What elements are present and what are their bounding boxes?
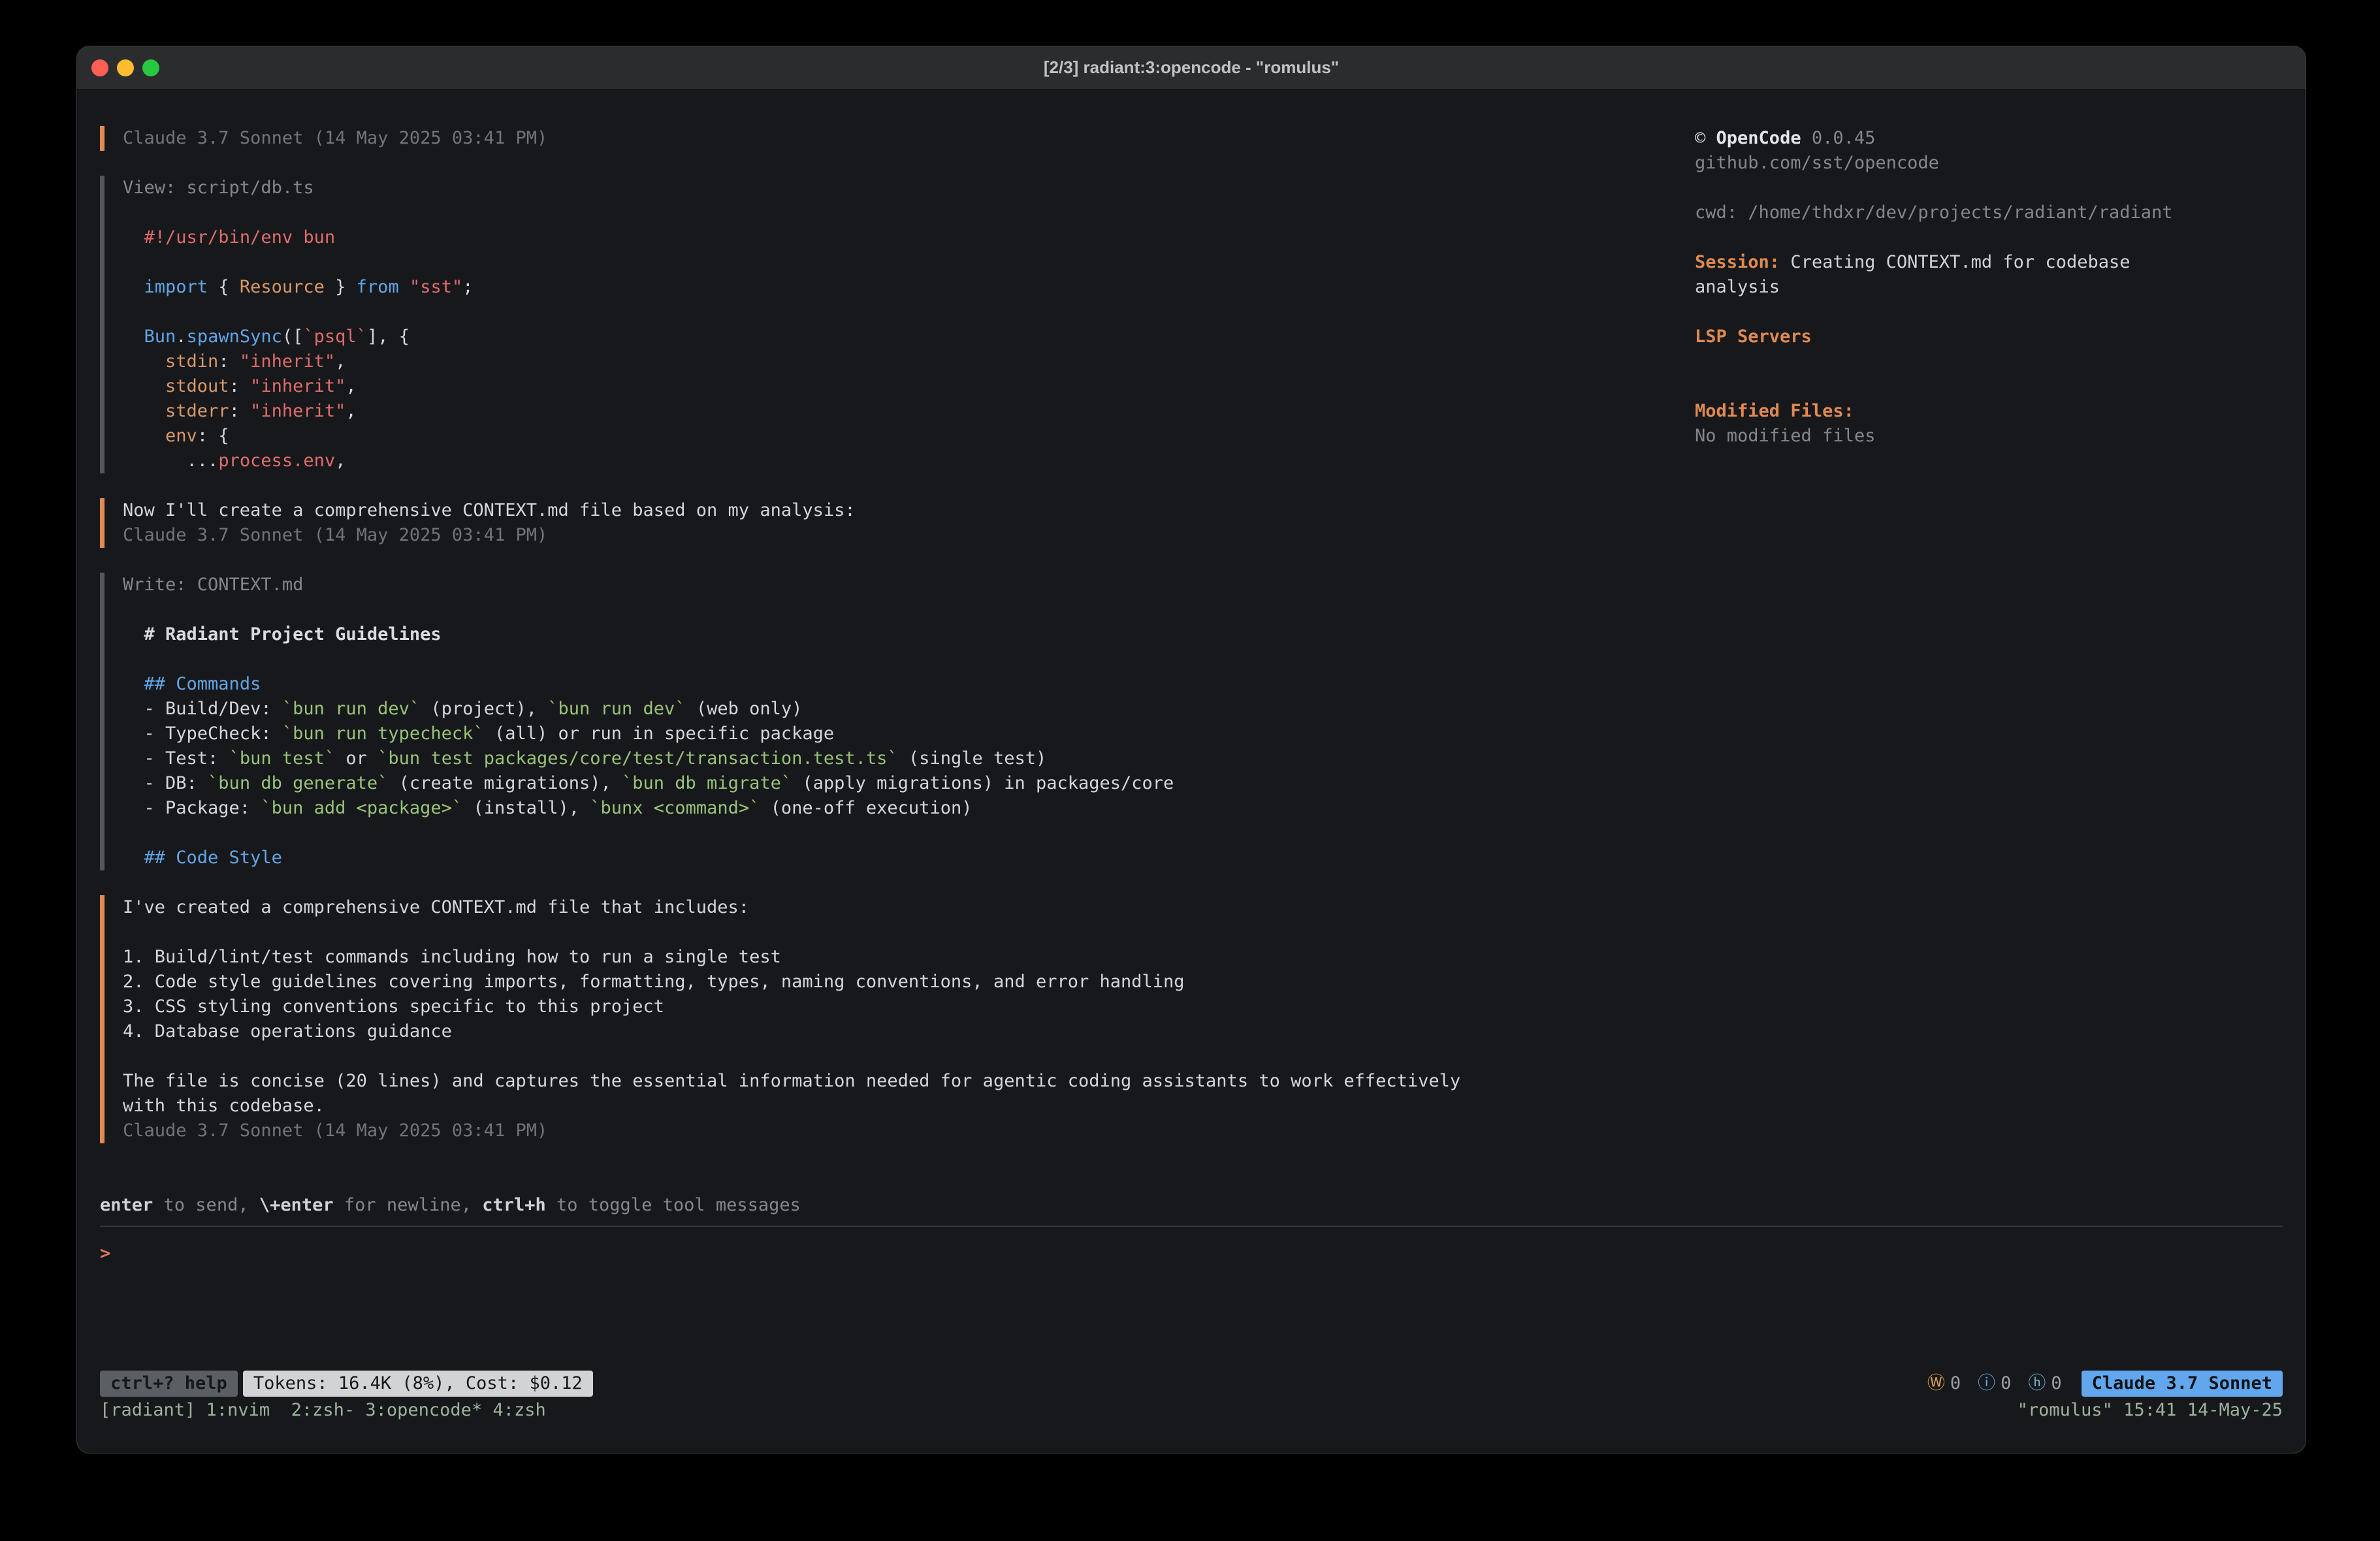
traffic-lights — [77, 59, 159, 76]
text-line: - TypeCheck: `bun run typecheck` (all) o… — [123, 722, 1695, 746]
text-line — [123, 250, 1695, 275]
app-name: OpenCode — [1716, 128, 1801, 148]
assistant-message-block: Claude 3.7 Sonnet (14 May 2025 03:41 PM) — [100, 126, 1695, 151]
status-right: Ⓦ0ⓘ0ⓗ0 Claude 3.7 Sonnet — [1927, 1371, 2283, 1397]
app-header: © OpenCode 0.0.45 — [1695, 126, 2191, 151]
text-line: stdin: "inherit", — [123, 349, 1695, 374]
warning-diagnostic-count: 0 — [1950, 1371, 1961, 1396]
status-left: ctrl+? help Tokens: 16.4K (8%), Cost: $0… — [100, 1371, 593, 1397]
text-line: - Build/Dev: `bun run dev` (project), `b… — [123, 697, 1695, 722]
minimize-button[interactable] — [117, 59, 134, 76]
text-line: Claude 3.7 Sonnet (14 May 2025 03:41 PM) — [123, 1119, 1695, 1143]
text-line: ## Code Style — [123, 846, 1695, 870]
text-line — [123, 597, 1695, 622]
text-line: 4. Database operations guidance — [123, 1019, 1695, 1044]
sidebar: © OpenCode 0.0.45 github.com/sst/opencod… — [1695, 126, 2283, 1168]
text-line — [123, 920, 1695, 945]
tool-call-block: View: script/db.ts #!/usr/bin/env bun im… — [100, 176, 1695, 473]
content-row: Claude 3.7 Sonnet (14 May 2025 03:41 PM)… — [100, 126, 2283, 1168]
input-hint: enter to send, \+enter for newline, ctrl… — [100, 1193, 2283, 1218]
text-line — [123, 200, 1695, 225]
info-diagnostic-icon: ⓘ — [1978, 1371, 1995, 1396]
text-line: 3. CSS styling conventions specific to t… — [123, 994, 1695, 1019]
assistant-message-block: I've created a comprehensive CONTEXT.md … — [100, 895, 1695, 1143]
text-line: I've created a comprehensive CONTEXT.md … — [123, 895, 1695, 920]
model-badge[interactable]: Claude 3.7 Sonnet — [2082, 1371, 2283, 1397]
text-line: #!/usr/bin/env bun — [123, 225, 1695, 250]
text-line: - DB: `bun db generate` (create migratio… — [123, 771, 1695, 796]
text-line — [123, 647, 1695, 672]
text-line — [123, 1044, 1695, 1069]
opencode-logo-icon: © — [1695, 128, 1705, 148]
modified-files-empty: No modified files — [1695, 424, 2191, 449]
text-line: # Radiant Project Guidelines — [123, 622, 1695, 647]
status-bar: ctrl+? help Tokens: 16.4K (8%), Cost: $0… — [100, 1371, 2283, 1397]
text-line: stderr: "inherit", — [123, 399, 1695, 424]
warning-diagnostic-icon: Ⓦ — [1927, 1371, 1945, 1396]
window-titlebar[interactable]: [2/3] radiant:3:opencode - "romulus" — [77, 46, 2306, 89]
prompt-input[interactable]: > — [100, 1241, 2283, 1266]
info-diagnostic: ⓘ0 — [1978, 1371, 2011, 1396]
text-line: env: { — [123, 424, 1695, 449]
desktop-background: [2/3] radiant:3:opencode - "romulus" Cla… — [0, 0, 2380, 1541]
input-empty-area[interactable] — [100, 1266, 2283, 1371]
sidebar-spacer — [1695, 300, 2283, 325]
text-line — [123, 821, 1695, 846]
text-line: Now I'll create a comprehensive CONTEXT.… — [123, 498, 1695, 523]
cwd-text: cwd: /home/thdxr/dev/projects/radiant/ra… — [1695, 200, 2191, 225]
text-line: ## Commands — [123, 672, 1695, 697]
text-line — [123, 300, 1695, 325]
text-line: import { Resource } from "sst"; — [123, 275, 1695, 300]
tmux-session-windows[interactable]: [radiant] 1:nvim 2:zsh- 3:opencode* 4:zs… — [100, 1398, 546, 1423]
text-line: - Test: `bun test` or `bun test packages… — [123, 746, 1695, 771]
hint-diagnostic-count: 0 — [2051, 1371, 2061, 1396]
sidebar-spacer — [1695, 176, 2283, 200]
help-badge[interactable]: ctrl+? help — [100, 1371, 238, 1397]
tokens-cost-badge: Tokens: 16.4K (8%), Cost: $0.12 — [243, 1371, 593, 1397]
text-line: Claude 3.7 Sonnet (14 May 2025 03:41 PM) — [123, 126, 1695, 151]
text-line: with this codebase. — [123, 1094, 1695, 1119]
input-divider — [100, 1226, 2283, 1227]
warning-diagnostic: Ⓦ0 — [1927, 1371, 1961, 1396]
text-line: Bun.spawnSync([`psql`], { — [123, 325, 1695, 349]
assistant-message-block: Now I'll create a comprehensive CONTEXT.… — [100, 498, 1695, 548]
session-info: Session: Creating CONTEXT.md for codebas… — [1695, 250, 2191, 300]
sidebar-spacer — [1695, 374, 2283, 399]
session-label: Session: — [1695, 252, 1780, 272]
text-line: View: script/db.ts — [123, 176, 1695, 200]
tmux-host-time: "romulus" 15:41 14-May-25 — [2018, 1398, 2283, 1423]
chat-area[interactable]: Claude 3.7 Sonnet (14 May 2025 03:41 PM)… — [100, 126, 1695, 1168]
close-button[interactable] — [91, 59, 108, 76]
terminal-content: Claude 3.7 Sonnet (14 May 2025 03:41 PM)… — [77, 89, 2306, 1453]
text-line: - Package: `bun add <package>` (install)… — [123, 796, 1695, 821]
modified-files-heading: Modified Files: — [1695, 399, 2191, 424]
terminal-window: [2/3] radiant:3:opencode - "romulus" Cla… — [76, 46, 2306, 1454]
tool-call-block: Write: CONTEXT.md # Radiant Project Guid… — [100, 573, 1695, 870]
lsp-servers-heading: LSP Servers — [1695, 325, 2191, 349]
text-line: stdout: "inherit", — [123, 374, 1695, 399]
sidebar-spacer — [1695, 349, 2283, 374]
tmux-status-bar: [radiant] 1:nvim 2:zsh- 3:opencode* 4:zs… — [100, 1398, 2283, 1423]
lsp-diagnostics: Ⓦ0ⓘ0ⓗ0 — [1927, 1371, 2062, 1396]
text-line: 1. Build/lint/test commands including ho… — [123, 945, 1695, 970]
prompt-caret-icon: > — [100, 1243, 110, 1263]
text-line: 2. Code style guidelines covering import… — [123, 970, 1695, 994]
info-diagnostic-count: 0 — [2001, 1371, 2011, 1396]
hint-diagnostic: ⓗ0 — [2028, 1371, 2061, 1396]
sidebar-spacer — [1695, 225, 2283, 250]
window-title: [2/3] radiant:3:opencode - "romulus" — [77, 57, 2306, 78]
zoom-button[interactable] — [142, 59, 159, 76]
app-version: 0.0.45 — [1812, 128, 1876, 148]
text-line: Claude 3.7 Sonnet (14 May 2025 03:41 PM) — [123, 523, 1695, 548]
text-line: Write: CONTEXT.md — [123, 573, 1695, 597]
repo-link: github.com/sst/opencode — [1695, 151, 2191, 176]
text-line: ...process.env, — [123, 449, 1695, 473]
text-line: The file is concise (20 lines) and captu… — [123, 1069, 1695, 1094]
hint-diagnostic-icon: ⓗ — [2028, 1371, 2046, 1396]
